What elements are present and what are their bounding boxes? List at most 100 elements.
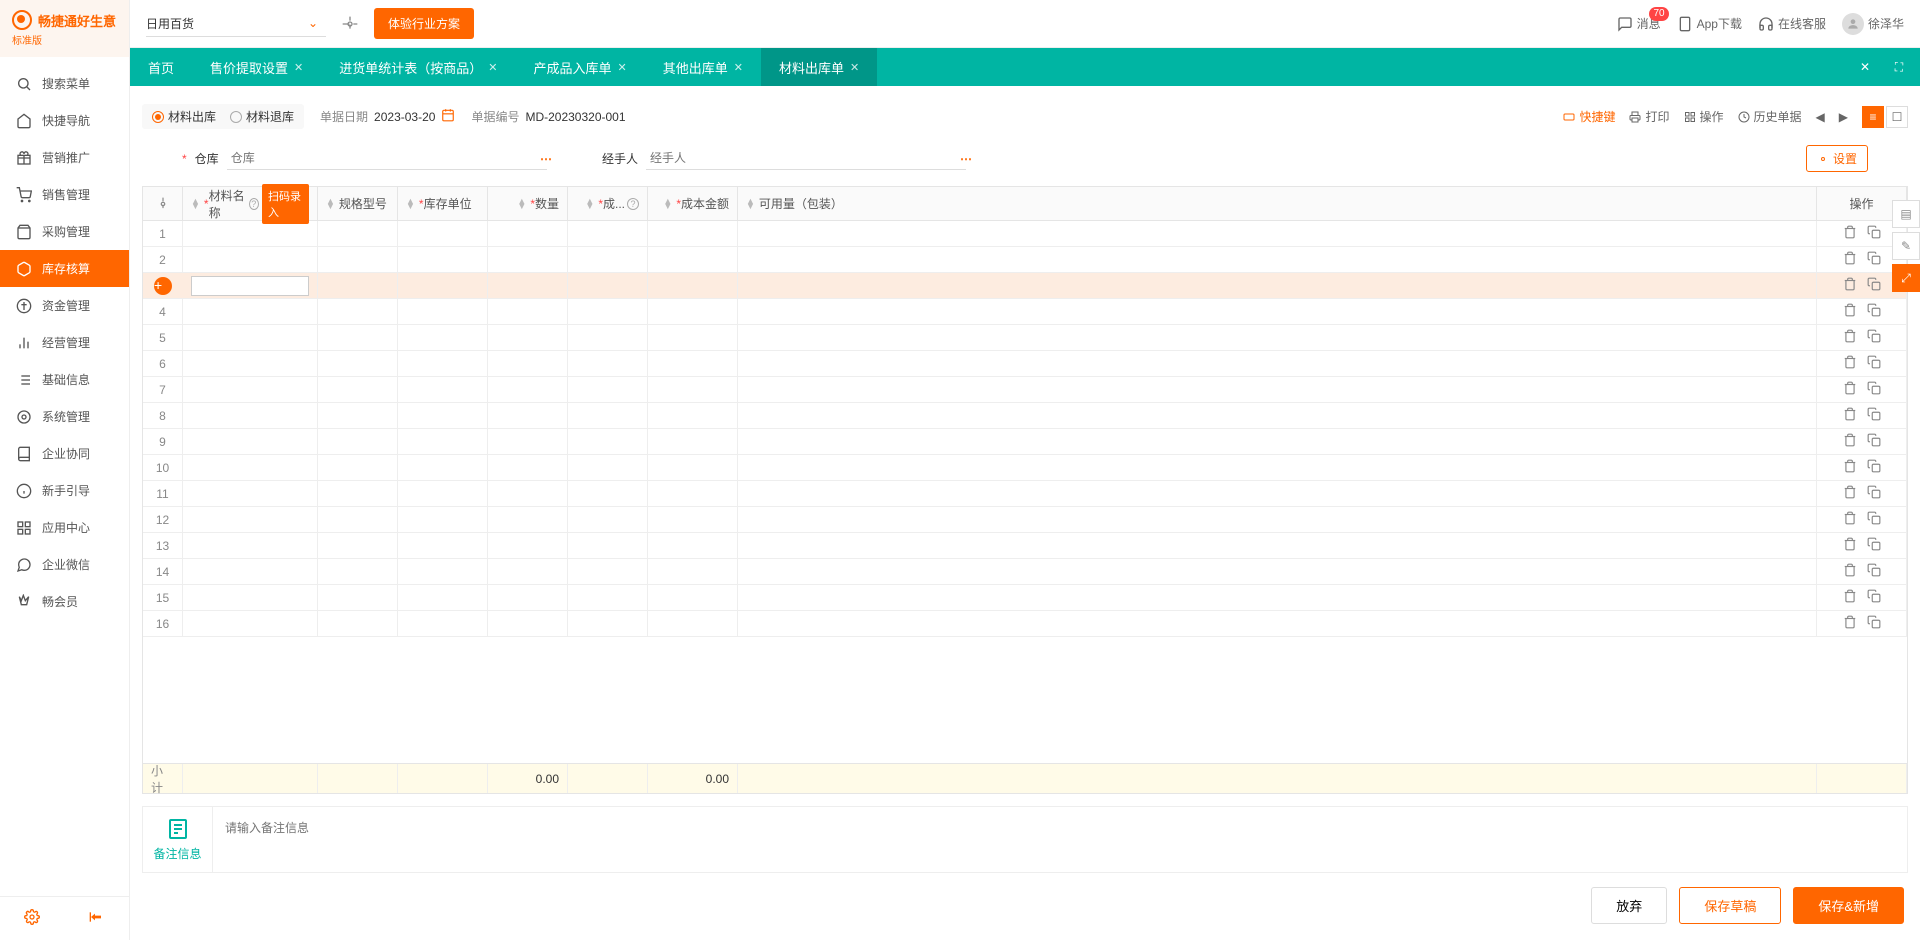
delete-row-icon[interactable] [1843, 511, 1857, 528]
col-settings[interactable] [143, 187, 183, 220]
copy-row-icon[interactable] [1867, 615, 1881, 632]
copy-row-icon[interactable] [1867, 459, 1881, 476]
copy-row-icon[interactable] [1867, 433, 1881, 450]
tab[interactable]: 其他出库单✕ [645, 48, 761, 86]
remark-input[interactable] [213, 807, 1907, 872]
view-card-button[interactable]: ☐ [1886, 106, 1908, 128]
nav-gift[interactable]: 营销推广 [0, 139, 129, 176]
close-icon[interactable]: ✕ [734, 61, 743, 74]
table-row[interactable]: 7 [143, 377, 1907, 403]
tab-expand-button[interactable]: ⛶ [1886, 54, 1912, 80]
col-unit[interactable]: ▲▼ *库存单位 [398, 187, 488, 220]
table-row[interactable]: 9 [143, 429, 1907, 455]
side-tool-2[interactable]: ✎ [1892, 232, 1920, 260]
close-icon[interactable]: ✕ [488, 61, 497, 74]
copy-row-icon[interactable] [1867, 381, 1881, 398]
delete-row-icon[interactable] [1843, 485, 1857, 502]
copy-row-icon[interactable] [1867, 511, 1881, 528]
sidebar-collapse-icon[interactable] [89, 909, 105, 928]
delete-row-icon[interactable] [1843, 407, 1857, 424]
warehouse-more-icon[interactable]: ⋯ [540, 152, 552, 166]
user-menu[interactable]: 徐泽华 [1842, 13, 1904, 35]
close-icon[interactable]: ✕ [294, 61, 303, 74]
nav-guide[interactable]: 新手引导 [0, 472, 129, 509]
table-row[interactable]: 2 [143, 247, 1907, 273]
copy-row-icon[interactable] [1867, 303, 1881, 320]
category-select[interactable]: 日用百货 ⌄ [146, 11, 326, 37]
delete-row-icon[interactable] [1843, 225, 1857, 242]
table-row[interactable]: 12 [143, 507, 1907, 533]
support-button[interactable]: 在线客服 [1758, 15, 1826, 32]
tab[interactable]: 材料出库单✕ [761, 48, 877, 86]
delete-row-icon[interactable] [1843, 277, 1857, 294]
col-cost[interactable]: ▲▼ *成... ? [568, 187, 648, 220]
settings-button[interactable]: 设置 [1806, 145, 1868, 172]
help-icon[interactable]: ? [627, 198, 639, 210]
table-row[interactable]: 5 [143, 325, 1907, 351]
table-row[interactable]: 14 [143, 559, 1907, 585]
help-icon[interactable]: ? [249, 198, 259, 210]
add-row-button[interactable]: + [154, 277, 172, 295]
operations-button[interactable]: 操作 [1684, 108, 1724, 125]
nav-vip[interactable]: 畅会员 [0, 583, 129, 620]
nav-list[interactable]: 基础信息 [0, 361, 129, 398]
delete-row-icon[interactable] [1843, 459, 1857, 476]
doc-date-field[interactable]: 单据日期 2023-03-20 [320, 108, 455, 125]
nav-bag[interactable]: 采购管理 [0, 213, 129, 250]
download-button[interactable]: App下载 [1677, 15, 1742, 32]
copy-row-icon[interactable] [1867, 407, 1881, 424]
shortcut-button[interactable]: 快捷键 [1563, 108, 1615, 125]
delete-row-icon[interactable] [1843, 537, 1857, 554]
nav-cart[interactable]: 销售管理 [0, 176, 129, 213]
nav-money[interactable]: 资金管理 [0, 287, 129, 324]
handler-more-icon[interactable]: ⋯ [960, 152, 972, 166]
cta-button[interactable]: 体验行业方案 [374, 8, 474, 39]
delete-row-icon[interactable] [1843, 563, 1857, 580]
copy-row-icon[interactable] [1867, 277, 1881, 294]
nav-chat[interactable]: 企业微信 [0, 546, 129, 583]
tab[interactable]: 进货单统计表（按商品）✕ [321, 48, 515, 86]
material-input[interactable] [191, 276, 309, 296]
table-row[interactable]: 10 [143, 455, 1907, 481]
table-row[interactable]: 4 [143, 299, 1907, 325]
col-material[interactable]: ▲▼ *材料名称 ? 扫码录入 [183, 187, 318, 220]
save-button[interactable]: 保存&新增 [1793, 887, 1904, 924]
table-row[interactable]: 8 [143, 403, 1907, 429]
discard-button[interactable]: 放弃 [1591, 887, 1667, 924]
history-button[interactable]: 历史单据 [1738, 108, 1802, 125]
table-row[interactable]: 11 [143, 481, 1907, 507]
copy-row-icon[interactable] [1867, 251, 1881, 268]
nav-box[interactable]: 库存核算 [0, 250, 129, 287]
copy-row-icon[interactable] [1867, 485, 1881, 502]
delete-row-icon[interactable] [1843, 329, 1857, 346]
copy-row-icon[interactable] [1867, 563, 1881, 580]
next-doc-button[interactable]: ▶ [1839, 110, 1848, 124]
nav-home[interactable]: 快捷导航 [0, 102, 129, 139]
delete-row-icon[interactable] [1843, 303, 1857, 320]
tab[interactable]: 售价提取设置✕ [192, 48, 321, 86]
table-row[interactable]: + [143, 273, 1907, 299]
copy-row-icon[interactable] [1867, 589, 1881, 606]
tab[interactable]: 首页 [130, 48, 192, 86]
side-tool-1[interactable]: ▤ [1892, 200, 1920, 228]
handler-input[interactable] [646, 147, 966, 170]
nav-book[interactable]: 企业协同 [0, 435, 129, 472]
tab[interactable]: 产成品入库单✕ [515, 48, 644, 86]
nav-app[interactable]: 应用中心 [0, 509, 129, 546]
col-spec[interactable]: ▲▼ 规格型号 [318, 187, 398, 220]
radio-material-out[interactable]: 材料出库 [152, 108, 216, 125]
print-button[interactable]: 打印 [1629, 108, 1669, 125]
col-qty[interactable]: ▲▼ *数量 [488, 187, 568, 220]
delete-row-icon[interactable] [1843, 355, 1857, 372]
col-amount[interactable]: ▲▼ *成本金额 [648, 187, 738, 220]
table-row[interactable]: 16 [143, 611, 1907, 637]
delete-row-icon[interactable] [1843, 381, 1857, 398]
side-tool-3[interactable]: ⤢ [1892, 264, 1920, 292]
nav-chart[interactable]: 经营管理 [0, 324, 129, 361]
draft-button[interactable]: 保存草稿 [1679, 887, 1781, 924]
close-icon[interactable]: ✕ [618, 61, 627, 74]
tab-close-button[interactable]: ✕ [1852, 54, 1878, 80]
topbar-gear-icon[interactable] [338, 12, 362, 36]
warehouse-input[interactable] [227, 147, 547, 170]
nav-search[interactable]: 搜索菜单 [0, 65, 129, 102]
